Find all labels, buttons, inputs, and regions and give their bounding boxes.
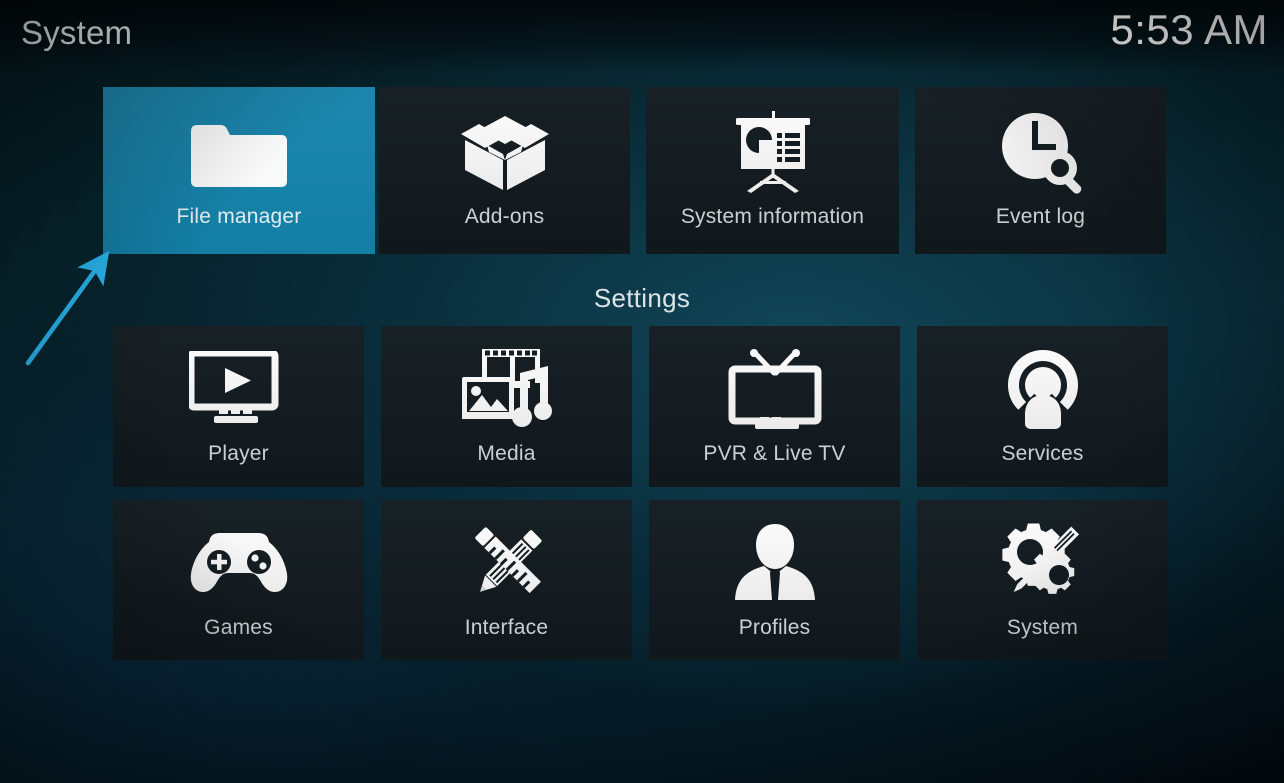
tile-label: Profiles — [738, 616, 811, 639]
tile-system[interactable]: System — [917, 500, 1168, 660]
tile-label: Interface — [464, 616, 549, 639]
tile-file-manager[interactable]: File manager — [103, 87, 375, 254]
presentation-board-icon — [730, 111, 816, 193]
settings-tile-grid-row-1: Player Media PVR & Live TV Services — [113, 326, 1169, 487]
tile-label: File manager — [176, 205, 302, 228]
person-bust-icon — [733, 522, 817, 602]
tile-media[interactable]: Media — [381, 326, 632, 487]
tile-pvr-live-tv[interactable]: PVR & Live TV — [649, 326, 900, 487]
gears-screwdriver-icon — [997, 522, 1089, 602]
open-box-icon — [457, 113, 553, 191]
tile-label: PVR & Live TV — [703, 442, 846, 465]
tile-label: System — [1006, 616, 1079, 639]
tile-add-ons[interactable]: Add-ons — [379, 87, 630, 254]
film-photo-music-icon — [460, 348, 554, 428]
header-bar: System 5:53 AM — [0, 0, 1284, 72]
tile-label: Add-ons — [464, 205, 545, 228]
tile-system-information[interactable]: System information — [646, 87, 899, 254]
tile-event-log[interactable]: Event log — [915, 87, 1166, 254]
kodi-system-screen: System 5:53 AM File manager Add-ons Syst… — [0, 0, 1284, 783]
tv-antenna-icon — [727, 348, 823, 429]
gamepad-icon — [189, 522, 289, 602]
tile-label: Event log — [995, 205, 1086, 228]
tile-profiles[interactable]: Profiles — [649, 500, 900, 660]
settings-tile-grid-row-2: Games Interface Profiles System — [113, 500, 1169, 660]
tile-services[interactable]: Services — [917, 326, 1168, 487]
clock-search-icon — [997, 113, 1085, 194]
tile-games[interactable]: Games — [113, 500, 364, 660]
tile-label: System information — [680, 205, 865, 228]
monitor-play-icon — [188, 348, 289, 428]
folder-icon — [189, 113, 289, 191]
broadcast-person-icon — [1002, 348, 1084, 429]
top-tile-grid: File manager Add-ons System information … — [103, 87, 1169, 254]
tile-label: Media — [477, 442, 536, 465]
tile-label: Services — [1001, 442, 1084, 465]
tile-interface[interactable]: Interface — [381, 500, 632, 660]
settings-section-label: Settings — [593, 283, 691, 313]
tile-label: Games — [204, 616, 273, 639]
tile-label: Player — [208, 442, 269, 465]
pencil-ruler-icon — [463, 522, 551, 602]
page-title: System — [21, 14, 133, 51]
tile-player[interactable]: Player — [113, 326, 364, 487]
clock: 5:53 AM — [1110, 6, 1268, 53]
